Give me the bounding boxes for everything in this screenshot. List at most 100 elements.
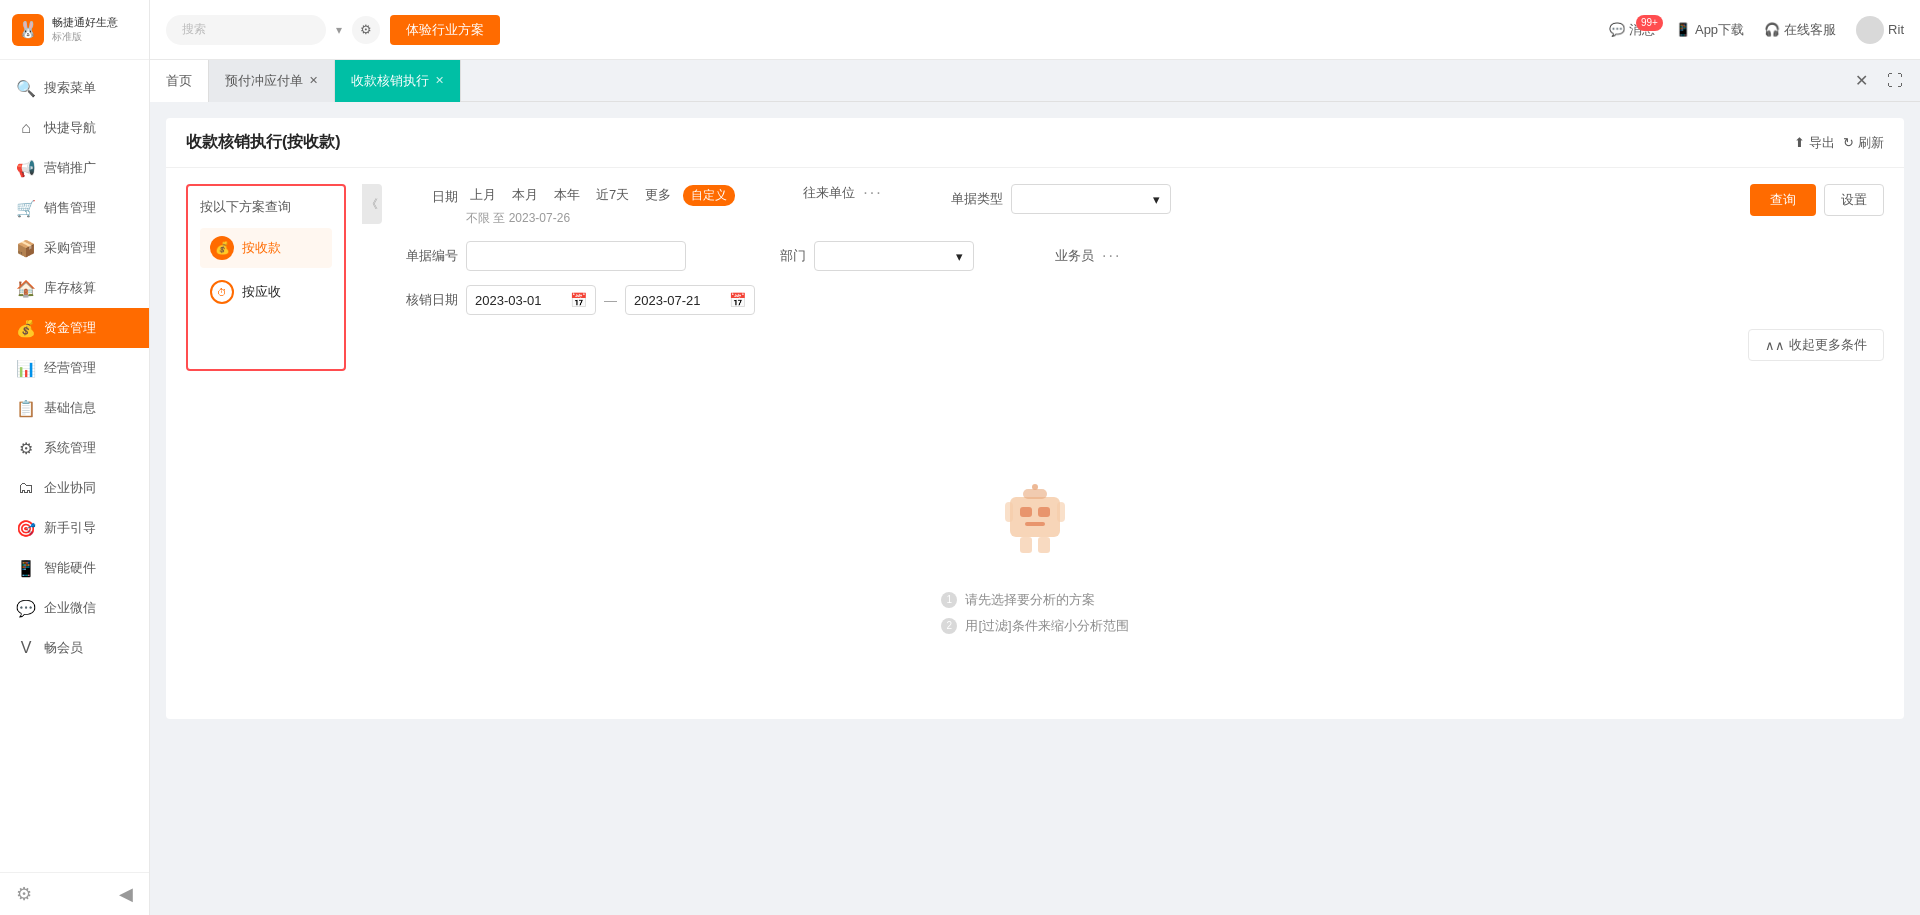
sidebar-item-sales[interactable]: 🛒 销售管理 — [0, 188, 149, 228]
sidebar-item-inventory[interactable]: 🏠 库存核算 — [0, 268, 149, 308]
date-btn-more[interactable]: 更多 — [641, 184, 675, 206]
sidebar-item-member[interactable]: V 畅会员 — [0, 628, 149, 668]
sidebar-item-business[interactable]: 📊 经营管理 — [0, 348, 149, 388]
sidebar-label-wechat: 企业微信 — [44, 599, 96, 617]
partner-label: 往来单位 — [795, 184, 855, 202]
svg-rect-3 — [1025, 522, 1045, 526]
sidebar-item-marketing[interactable]: 📢 营销推广 — [0, 148, 149, 188]
filter-receivable-icon: ⏱ — [210, 280, 234, 304]
svg-rect-5 — [1057, 502, 1065, 522]
sidebar-item-system[interactable]: ⚙ 系统管理 — [0, 428, 149, 468]
date-btn-7days[interactable]: 近7天 — [592, 184, 633, 206]
sidebar-item-guide[interactable]: 🎯 新手引导 — [0, 508, 149, 548]
app-icon: 📱 — [1675, 22, 1691, 37]
empty-tip-2: 2 用[过滤]条件来缩小分析范围 — [941, 613, 1128, 639]
filter-receipt-icon: 💰 — [210, 236, 234, 260]
tip-num-2: 2 — [941, 618, 957, 634]
query-btn[interactable]: 查询 — [1750, 184, 1816, 216]
staff-input[interactable]: ··· — [1102, 247, 1121, 265]
date-btn-this-month[interactable]: 本月 — [508, 184, 542, 206]
sidebar-item-basic-info[interactable]: 📋 基础信息 — [0, 388, 149, 428]
page-content: 收款核销执行(按收款) ⬆ 导出 ↻ 刷新 按以下方案查询 — [150, 102, 1920, 915]
settings-icon[interactable]: ⚙ — [16, 883, 32, 905]
verify-date-start[interactable]: 2023-03-01 📅 — [466, 285, 596, 315]
svg-rect-1 — [1020, 507, 1032, 517]
tab-prepay-close[interactable]: ✕ — [309, 74, 318, 87]
export-icon: ⬆ — [1794, 135, 1805, 150]
filter-option-receipt[interactable]: 💰 按收款 — [200, 228, 332, 268]
page-card: 收款核销执行(按收款) ⬆ 导出 ↻ 刷新 按以下方案查询 — [166, 118, 1904, 719]
tab-right-actions: ✕ ⛶ — [1848, 68, 1920, 94]
header-dropdown-icon[interactable]: ▾ — [336, 23, 342, 37]
sidebar-item-quick-nav[interactable]: ⌂ 快捷导航 — [0, 108, 149, 148]
refresh-btn[interactable]: ↻ 刷新 — [1843, 134, 1884, 152]
industry-btn[interactable]: 体验行业方案 — [390, 15, 500, 45]
sidebar-icon-search: 🔍 — [16, 78, 36, 98]
sidebar-icon-enterprise: 🗂 — [16, 478, 36, 498]
svg-rect-6 — [1020, 537, 1032, 553]
header-gear-icon[interactable]: ⚙ — [352, 16, 380, 44]
tab-prepay[interactable]: 预付冲应付单 ✕ — [209, 60, 335, 102]
user-action[interactable]: Rit — [1856, 16, 1904, 44]
tab-home[interactable]: 首页 — [150, 60, 209, 102]
sidebar-label-sales: 销售管理 — [44, 199, 96, 217]
sidebar-icon-business: 📊 — [16, 358, 36, 378]
header-search[interactable]: 搜索 — [166, 15, 326, 45]
filter-option-receivable[interactable]: ⏱ 按应收 — [200, 272, 332, 312]
refresh-label: 刷新 — [1858, 134, 1884, 152]
main-content: 搜索 ▾ ⚙ 体验行业方案 💬 消息 99+ 📱 App下载 🎧 在线客服 Ri — [150, 0, 1920, 915]
service-action[interactable]: 🎧 在线客服 — [1764, 21, 1836, 39]
tab-close-all-icon[interactable]: ✕ — [1848, 68, 1874, 94]
tab-prepay-label: 预付冲应付单 — [225, 72, 303, 90]
sidebar-item-hardware[interactable]: 📱 智能硬件 — [0, 548, 149, 588]
svg-rect-0 — [1010, 497, 1060, 537]
setting-btn[interactable]: 设置 — [1824, 184, 1884, 216]
sidebar-icon-hardware: 📱 — [16, 558, 36, 578]
message-action[interactable]: 💬 消息 99+ — [1609, 21, 1655, 39]
app-download-action[interactable]: 📱 App下载 — [1675, 21, 1744, 39]
sidebar-item-search[interactable]: 🔍 搜索菜单 — [0, 68, 149, 108]
date-btn-last-month[interactable]: 上月 — [466, 184, 500, 206]
sidebar-item-enterprise[interactable]: 🗂 企业协同 — [0, 468, 149, 508]
sidebar-item-purchase[interactable]: 📦 采购管理 — [0, 228, 149, 268]
filter-collapse-btn[interactable]: 《 — [362, 184, 382, 224]
doc-type-arrow: ▾ — [1153, 192, 1160, 207]
partner-input[interactable]: ··· — [863, 184, 882, 202]
doc-no-label: 单据编号 — [398, 247, 458, 265]
sidebar: 🐰 畅捷通好生意 标准版 🔍 搜索菜单 ⌂ 快捷导航 📢 营销推广 🛒 销售管理… — [0, 0, 150, 915]
collapse-sidebar-icon[interactable]: ◀︎ — [119, 883, 133, 905]
tab-expand-icon[interactable]: ⛶ — [1882, 68, 1908, 94]
collapse-more-btn[interactable]: ∧∧ 收起更多条件 — [1748, 329, 1884, 361]
tab-collection[interactable]: 收款核销执行 ✕ — [335, 60, 461, 102]
filter-receipt-label: 按收款 — [242, 239, 281, 257]
logo-icon: 🐰 — [12, 14, 44, 46]
tab-collection-close[interactable]: ✕ — [435, 74, 444, 87]
doc-no-input[interactable] — [466, 241, 686, 271]
verify-end-calendar-icon: 📅 — [729, 292, 746, 308]
collapse-more-label: 收起更多条件 — [1789, 336, 1867, 354]
export-btn[interactable]: ⬆ 导出 — [1794, 134, 1835, 152]
date-range-text: 不限 至 2023-07-26 — [466, 210, 735, 227]
app-label: App下载 — [1695, 21, 1744, 39]
page-title: 收款核销执行(按收款) — [186, 132, 341, 153]
sidebar-label-finance: 资金管理 — [44, 319, 96, 337]
logo-subtitle: 标准版 — [52, 30, 118, 44]
sidebar-item-finance[interactable]: 💰 资金管理 — [0, 308, 149, 348]
refresh-icon: ↻ — [1843, 135, 1854, 150]
verify-date-end[interactable]: 2023-07-21 📅 — [625, 285, 755, 315]
filter-sidebar: 按以下方案查询 💰 按收款 ⏱ 按应收 — [186, 184, 346, 371]
svg-point-9 — [1032, 484, 1038, 490]
tip-text-1: 请先选择要分析的方案 — [965, 587, 1095, 613]
dept-select[interactable]: ▾ — [814, 241, 974, 271]
message-badge: 99+ — [1636, 15, 1663, 31]
doc-type-select[interactable]: ▾ — [1011, 184, 1171, 214]
tab-collection-label: 收款核销执行 — [351, 72, 429, 90]
search-placeholder: 搜索 — [182, 21, 206, 38]
empty-illustration — [985, 467, 1085, 567]
sidebar-label-guide: 新手引导 — [44, 519, 96, 537]
sidebar-icon-purchase: 📦 — [16, 238, 36, 258]
date-btn-this-year[interactable]: 本年 — [550, 184, 584, 206]
date-label: 日期 — [398, 184, 458, 206]
sidebar-item-wechat[interactable]: 💬 企业微信 — [0, 588, 149, 628]
verify-date-separator: — — [604, 293, 617, 308]
